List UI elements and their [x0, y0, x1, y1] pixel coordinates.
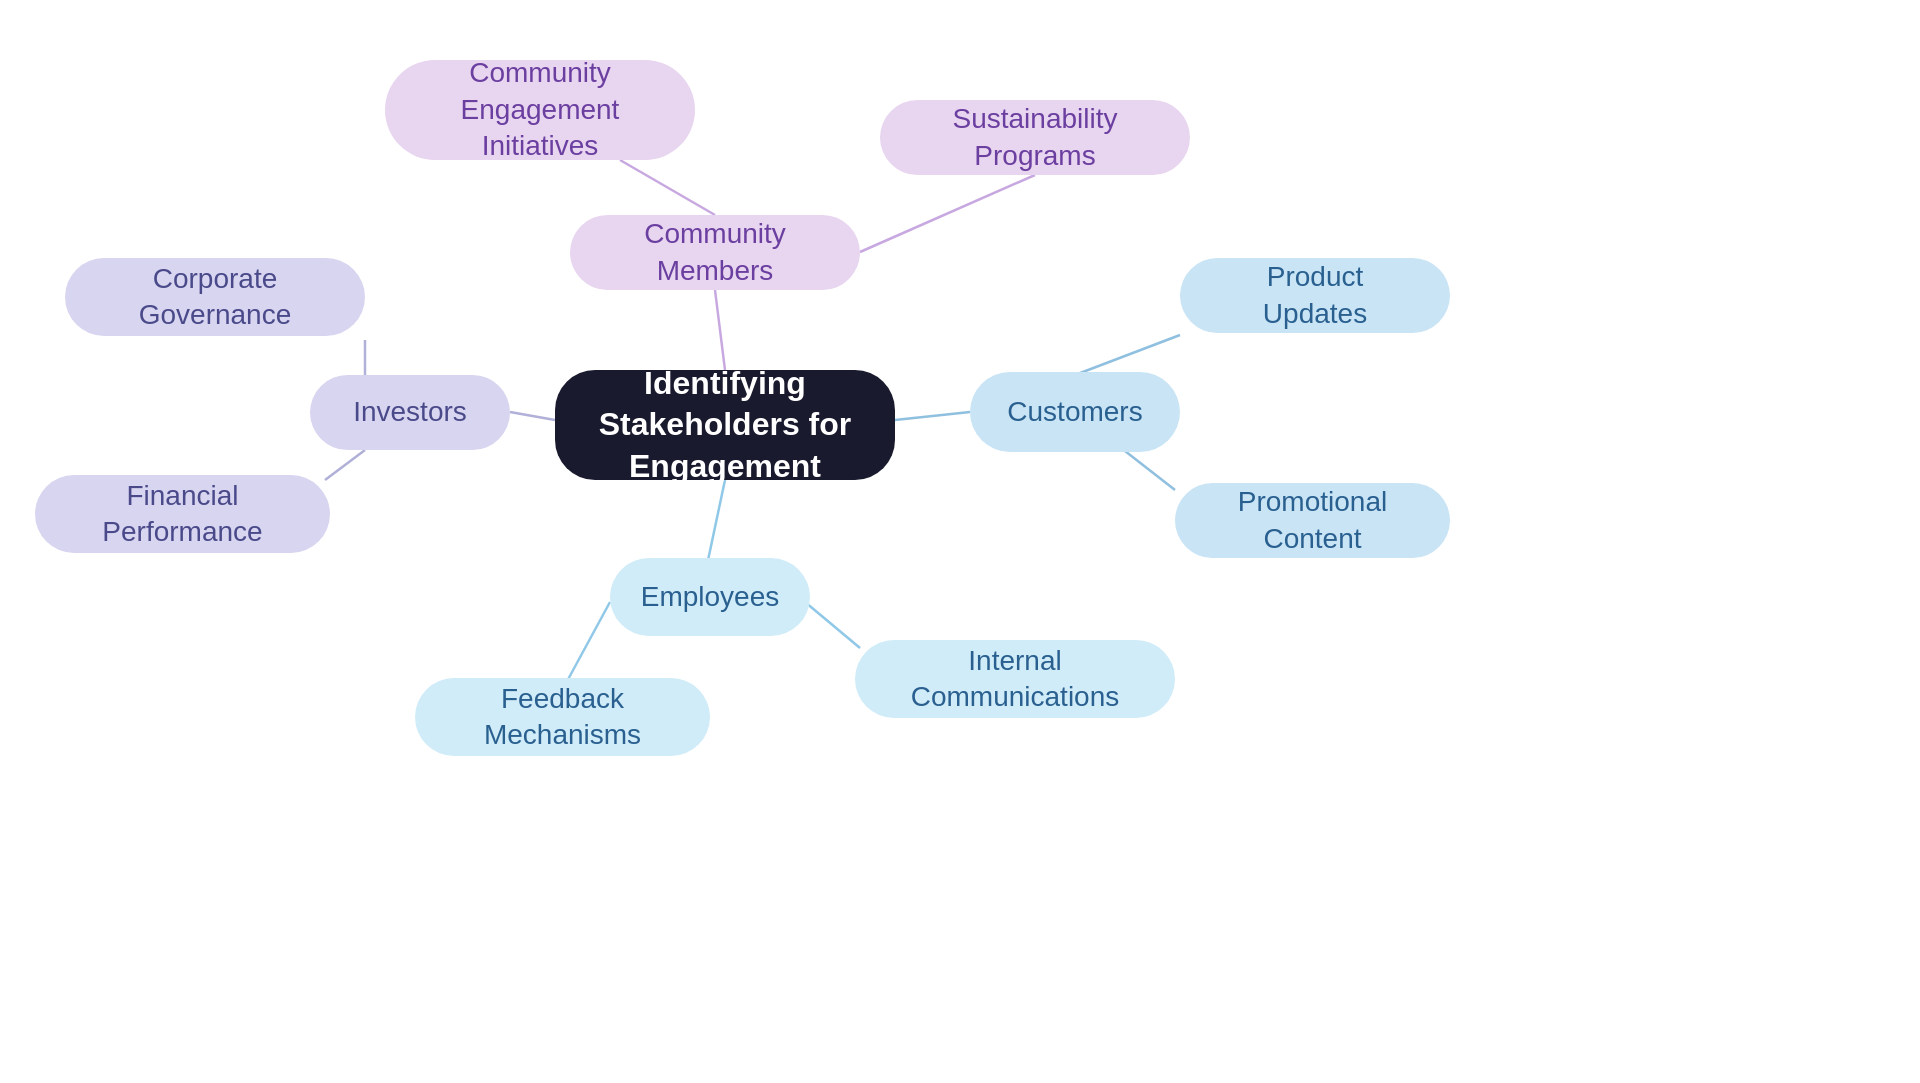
- customers-label: Customers: [1007, 394, 1142, 430]
- svg-line-6: [895, 412, 970, 420]
- investors-node: Investors: [310, 375, 510, 450]
- svg-line-2: [860, 175, 1035, 252]
- investors-label: Investors: [353, 394, 467, 430]
- promotional-content-label: Promotional Content: [1207, 484, 1418, 557]
- promotional-content-node: Promotional Content: [1175, 483, 1450, 558]
- community-members-node: Community Members: [570, 215, 860, 290]
- svg-line-10: [805, 602, 860, 648]
- product-updates-node: Product Updates: [1180, 258, 1450, 333]
- svg-line-11: [565, 602, 610, 685]
- product-updates-label: Product Updates: [1212, 259, 1418, 332]
- financial-performance-label: Financial Performance: [67, 478, 298, 551]
- feedback-mechanisms-node: Feedback Mechanisms: [415, 678, 710, 756]
- feedback-mechanisms-label: Feedback Mechanisms: [447, 681, 678, 754]
- sustainability-programs-label: Sustainability Programs: [912, 101, 1158, 174]
- svg-line-9: [707, 480, 725, 565]
- customers-node: Customers: [970, 372, 1180, 452]
- sustainability-programs-node: Sustainability Programs: [880, 100, 1190, 175]
- svg-line-1: [620, 160, 715, 215]
- employees-label: Employees: [641, 579, 780, 615]
- svg-line-3: [510, 412, 555, 420]
- community-engagement-node: Community Engagement Initiatives: [385, 60, 695, 160]
- corporate-governance-node: Corporate Governance: [65, 258, 365, 336]
- internal-communications-node: Internal Communications: [855, 640, 1175, 718]
- financial-performance-node: Financial Performance: [35, 475, 330, 553]
- svg-line-5: [325, 450, 365, 480]
- internal-communications-label: Internal Communications: [887, 643, 1143, 716]
- svg-line-0: [715, 290, 725, 370]
- center-node-label: Identifying Stakeholders for Engagement: [587, 363, 863, 488]
- community-members-label: Community Members: [602, 216, 828, 289]
- svg-line-7: [1075, 335, 1180, 375]
- center-node: Identifying Stakeholders for Engagement: [555, 370, 895, 480]
- employees-node: Employees: [610, 558, 810, 636]
- corporate-governance-label: Corporate Governance: [97, 261, 333, 334]
- community-engagement-label: Community Engagement Initiatives: [417, 55, 663, 164]
